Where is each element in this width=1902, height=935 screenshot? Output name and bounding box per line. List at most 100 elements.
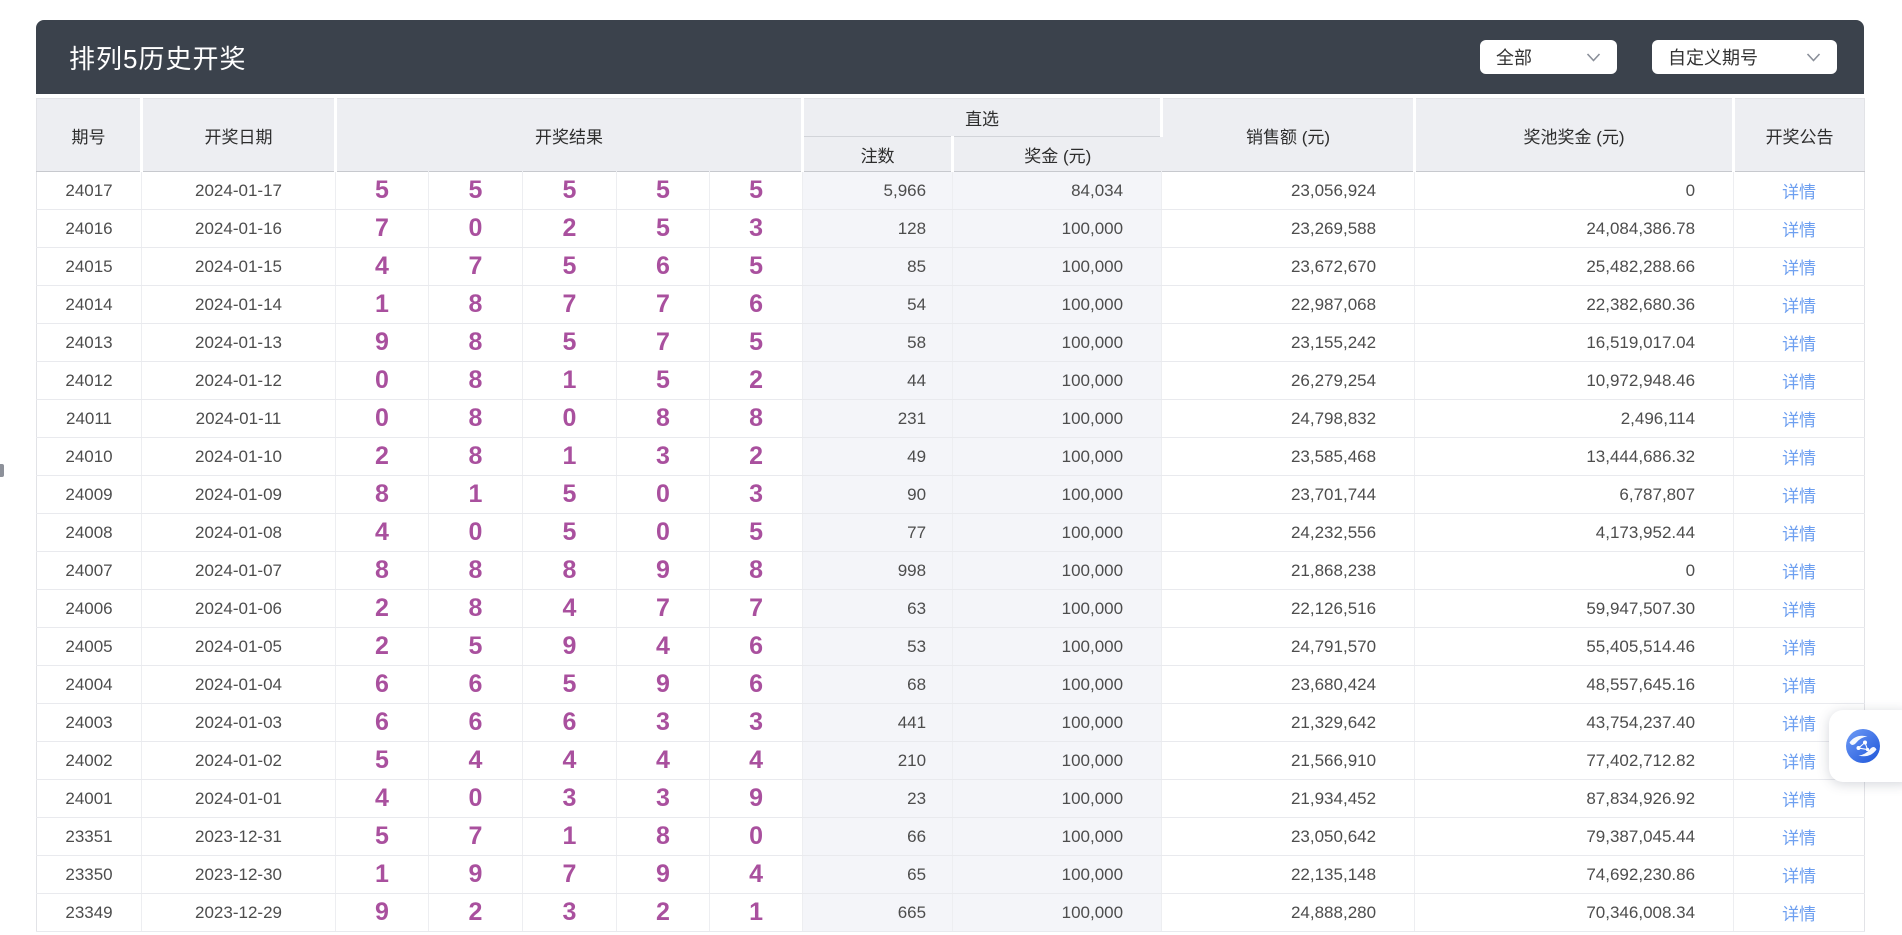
sales-cell: 21,566,910 (1162, 742, 1415, 780)
announcement-cell: 详情 (1734, 438, 1865, 476)
result-digit-cell: 3 (710, 476, 803, 514)
pool-cell: 16,519,017.04 (1415, 324, 1734, 362)
table-header: 期号 开奖日期 开奖结果 直选 销售额 (元) 奖池奖金 (元) 开奖公告 注数… (37, 99, 1865, 172)
detail-link[interactable]: 详情 (1782, 829, 1816, 848)
detail-link[interactable]: 详情 (1782, 715, 1816, 734)
result-digit-cell: 1 (429, 476, 523, 514)
result-digit-cell: 8 (429, 362, 523, 400)
result-digit-cell: 4 (429, 742, 523, 780)
issue-cell: 24003 (37, 704, 142, 742)
detail-link[interactable]: 详情 (1782, 753, 1816, 772)
detail-link[interactable]: 详情 (1782, 601, 1816, 620)
range-filter-value: 全部 (1496, 44, 1532, 70)
announcement-cell: 详情 (1734, 324, 1865, 362)
prize-cell: 100,000 (953, 742, 1162, 780)
detail-link[interactable]: 详情 (1782, 221, 1816, 240)
bets-cell: 77 (803, 514, 953, 552)
result-digit-cell: 1 (710, 894, 803, 932)
bets-cell: 53 (803, 628, 953, 666)
detail-link[interactable]: 详情 (1782, 791, 1816, 810)
filter-controls: 全部 自定义期号 (1480, 40, 1837, 74)
date-cell: 2024-01-11 (142, 400, 336, 438)
bets-cell: 49 (803, 438, 953, 476)
table-row: 24008 2024-01-08 4 0 5 0 5 77 100,000 24… (37, 514, 1865, 552)
sales-cell: 24,232,556 (1162, 514, 1415, 552)
prize-cell: 100,000 (953, 400, 1162, 438)
prize-cell: 100,000 (953, 856, 1162, 894)
result-digit-cell: 4 (336, 780, 429, 818)
result-digit-cell: 6 (710, 666, 803, 704)
pool-cell: 22,382,680.36 (1415, 286, 1734, 324)
detail-link[interactable]: 详情 (1782, 335, 1816, 354)
issue-cell: 24009 (37, 476, 142, 514)
result-digit-cell: 5 (523, 666, 617, 704)
date-cell: 2024-01-03 (142, 704, 336, 742)
sales-cell: 21,868,238 (1162, 552, 1415, 590)
detail-link[interactable]: 详情 (1782, 639, 1816, 658)
detail-link[interactable]: 详情 (1782, 183, 1816, 202)
sales-cell: 22,987,068 (1162, 286, 1415, 324)
detail-link[interactable]: 详情 (1782, 677, 1816, 696)
table-row: 23349 2023-12-29 9 2 3 2 1 665 100,000 2… (37, 894, 1865, 932)
detail-link[interactable]: 详情 (1782, 563, 1816, 582)
pool-cell: 4,173,952.44 (1415, 514, 1734, 552)
pool-cell: 48,557,645.16 (1415, 666, 1734, 704)
sales-cell: 23,701,744 (1162, 476, 1415, 514)
bets-cell: 23 (803, 780, 953, 818)
issue-filter-value: 自定义期号 (1668, 44, 1758, 70)
sales-cell: 23,056,924 (1162, 172, 1415, 210)
result-digit-cell: 5 (710, 248, 803, 286)
detail-link[interactable]: 详情 (1782, 297, 1816, 316)
detail-link[interactable]: 详情 (1782, 411, 1816, 430)
date-cell: 2024-01-04 (142, 666, 336, 704)
table-row: 23351 2023-12-31 5 7 1 8 0 66 100,000 23… (37, 818, 1865, 856)
result-digit-cell: 5 (429, 628, 523, 666)
announcement-cell: 详情 (1734, 476, 1865, 514)
detail-link[interactable]: 详情 (1782, 905, 1816, 924)
table-row: 24003 2024-01-03 6 6 6 3 3 441 100,000 2… (37, 704, 1865, 742)
issue-cell: 24010 (37, 438, 142, 476)
prize-cell: 100,000 (953, 818, 1162, 856)
date-cell: 2024-01-16 (142, 210, 336, 248)
date-cell: 2024-01-10 (142, 438, 336, 476)
result-digit-cell: 5 (617, 210, 710, 248)
issue-cell: 24014 (37, 286, 142, 324)
floating-service-button[interactable] (1829, 710, 1902, 782)
panel-titlebar: 排列5历史开奖 全部 自定义期号 (36, 20, 1864, 94)
issue-cell: 23350 (37, 856, 142, 894)
prize-cell: 100,000 (953, 704, 1162, 742)
results-tbody: 24017 2024-01-17 5 5 5 5 5 5,966 84,034 … (37, 172, 1865, 932)
bets-cell: 665 (803, 894, 953, 932)
issue-cell: 24006 (37, 590, 142, 628)
bets-cell: 54 (803, 286, 953, 324)
issue-cell: 24011 (37, 400, 142, 438)
announcement-cell: 详情 (1734, 856, 1865, 894)
issue-filter-dropdown[interactable]: 自定义期号 (1652, 40, 1837, 74)
prize-cell: 100,000 (953, 438, 1162, 476)
result-digit-cell: 5 (336, 818, 429, 856)
detail-link[interactable]: 详情 (1782, 259, 1816, 278)
sales-cell: 23,585,468 (1162, 438, 1415, 476)
detail-link[interactable]: 详情 (1782, 525, 1816, 544)
detail-link[interactable]: 详情 (1782, 487, 1816, 506)
bets-cell: 63 (803, 590, 953, 628)
result-digit-cell: 7 (617, 590, 710, 628)
result-digit-cell: 3 (523, 780, 617, 818)
detail-link[interactable]: 详情 (1782, 867, 1816, 886)
pool-cell: 70,346,008.34 (1415, 894, 1734, 932)
detail-link[interactable]: 详情 (1782, 449, 1816, 468)
announcement-cell: 详情 (1734, 666, 1865, 704)
prize-cell: 100,000 (953, 894, 1162, 932)
range-filter-dropdown[interactable]: 全部 (1480, 40, 1617, 74)
result-digit-cell: 9 (336, 894, 429, 932)
announcement-cell: 详情 (1734, 362, 1865, 400)
result-digit-cell: 7 (617, 324, 710, 362)
result-digit-cell: 5 (523, 248, 617, 286)
result-digit-cell: 5 (429, 172, 523, 210)
pool-cell: 43,754,237.40 (1415, 704, 1734, 742)
table-row: 24006 2024-01-06 2 8 4 7 7 63 100,000 22… (37, 590, 1865, 628)
detail-link[interactable]: 详情 (1782, 373, 1816, 392)
bets-cell: 44 (803, 362, 953, 400)
result-digit-cell: 6 (710, 286, 803, 324)
result-digit-cell: 9 (523, 628, 617, 666)
